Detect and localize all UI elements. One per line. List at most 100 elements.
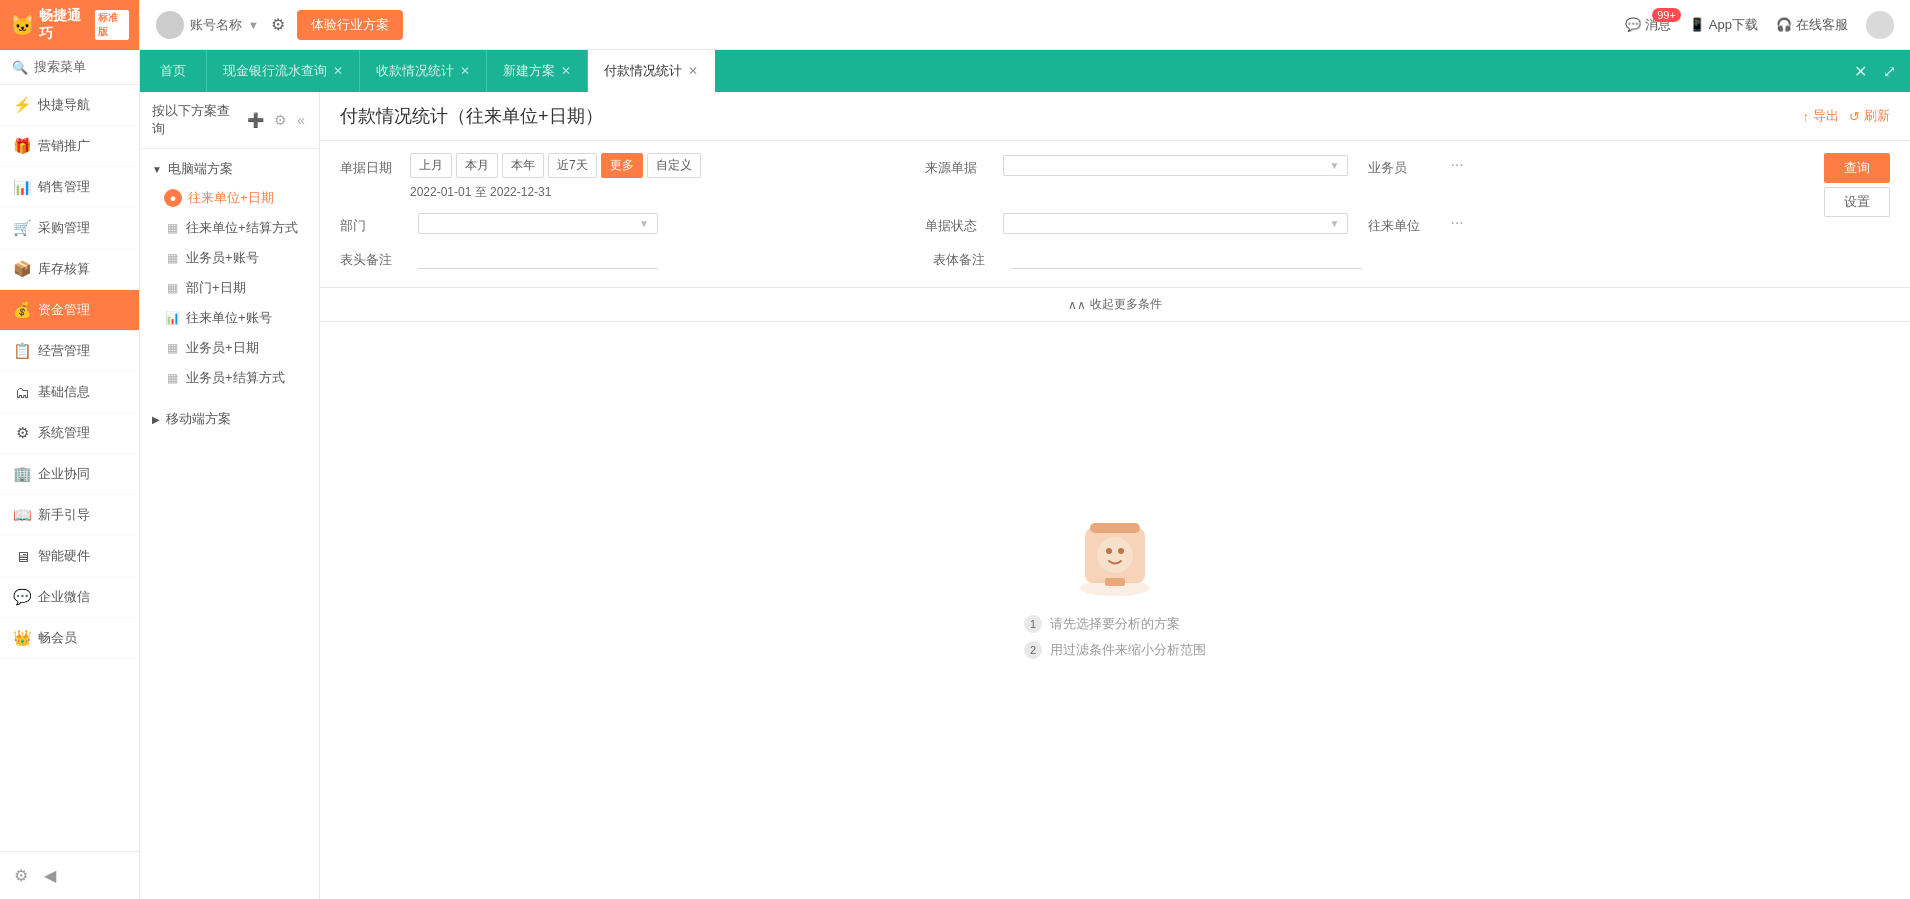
scheme-item-partner-settle-icon: ▦ bbox=[164, 220, 180, 236]
app-download-btn[interactable]: 📱 App下载 bbox=[1689, 16, 1758, 34]
trial-btn[interactable]: 体验行业方案 bbox=[297, 10, 403, 40]
header-notes-input[interactable] bbox=[418, 246, 658, 269]
tab-expand-btn[interactable]: ⤢ bbox=[1877, 58, 1902, 85]
date-this-year-btn[interactable]: 本年 bbox=[502, 153, 544, 178]
body-notes-input[interactable] bbox=[1011, 246, 1363, 269]
sidebar-item-operation[interactable]: 📋经营管理 bbox=[0, 331, 139, 372]
date-this-month-btn[interactable]: 本月 bbox=[456, 153, 498, 178]
scheme-item-dept-date[interactable]: ▦部门+日期 bbox=[140, 273, 319, 303]
query-btn[interactable]: 查询 bbox=[1824, 153, 1890, 183]
tab-receipt[interactable]: 收款情况统计 ✕ bbox=[360, 50, 487, 92]
tabbar: 首页现金银行流水查询✕收款情况统计✕新建方案✕付款情况统计✕ ✕ ⤢ bbox=[140, 50, 1910, 92]
search-menu-item[interactable]: 🔍 搜索菜单 bbox=[0, 50, 139, 85]
sidebar-item-hardware[interactable]: 🖥智能硬件 bbox=[0, 536, 139, 577]
user-avatar[interactable] bbox=[1866, 11, 1894, 39]
tab-payment-close[interactable]: ✕ bbox=[688, 65, 698, 77]
date-label: 单据日期 bbox=[340, 153, 410, 177]
online-service-btn[interactable]: 🎧 在线客服 bbox=[1776, 16, 1848, 34]
sidebar-item-marketing[interactable]: 🎁营销推广 bbox=[0, 126, 139, 167]
tab-cashflow[interactable]: 现金银行流水查询✕ bbox=[207, 50, 360, 92]
source-select-arrow: ▼ bbox=[1329, 160, 1339, 171]
tab-receipt-label: 收款情况统计 bbox=[376, 62, 454, 80]
scheme-item-partner-date-icon: ● bbox=[164, 189, 182, 207]
tabs-container: 首页现金银行流水查询✕收款情况统计✕新建方案✕付款情况统计✕ bbox=[140, 50, 1848, 92]
scheme-item-partner-settle[interactable]: ▦往来单位+结算方式 bbox=[140, 213, 319, 243]
online-service-icon: 🎧 bbox=[1776, 17, 1792, 32]
step2-num: 2 bbox=[1024, 641, 1042, 659]
scheme-item-partner-date[interactable]: ● 往来单位+日期 bbox=[140, 183, 319, 213]
staff-dots-btn[interactable]: ··· bbox=[1446, 156, 1467, 174]
scheme-item-partner-date-label: 往来单位+日期 bbox=[188, 189, 274, 207]
date-custom-btn[interactable]: 自定义 bbox=[647, 153, 701, 178]
corp-icon: 🏢 bbox=[12, 464, 32, 484]
tab-payment[interactable]: 付款情况统计✕ bbox=[588, 50, 715, 92]
sidebar-item-guide[interactable]: 📖 新手引导 bbox=[0, 495, 139, 536]
scheme-group-mobile-header[interactable]: ▶移动端方案 bbox=[140, 405, 319, 433]
collapse-bar-btn[interactable]: ∧∧ 收起更多条件 bbox=[1068, 296, 1162, 313]
sidebar-collapse-btn[interactable]: ◀ bbox=[40, 862, 60, 889]
sidebar-item-sales[interactable]: 📊销售管理 bbox=[0, 167, 139, 208]
scheme-item-staff-settle-label: 业务员+结算方式 bbox=[186, 369, 285, 387]
sidebar-bottom: ⚙ ◀ bbox=[0, 851, 139, 899]
system-icon: ⚙ bbox=[12, 423, 32, 443]
sidebar-item-corp[interactable]: 🏢企业协同 bbox=[0, 454, 139, 495]
tab-new-scheme-close[interactable]: ✕ bbox=[561, 65, 571, 77]
settings-btn[interactable]: 设置 bbox=[1824, 187, 1890, 217]
export-btn[interactable]: ↑ 导出 bbox=[1803, 107, 1840, 125]
scheme-panel: 按以下方案查询 ➕ ⚙ « ▼电脑端方案●往来单位+日期▦往来单位+结算方式▦业… bbox=[140, 92, 320, 899]
filter-row-date: 单据日期 上月 本月 本年 近7天 更多 自定义 bbox=[340, 153, 1792, 201]
sidebar-item-wechat[interactable]: 💬企业微信 bbox=[0, 577, 139, 618]
account-selector[interactable]: 账号名称 ▼ bbox=[156, 11, 259, 39]
scheme-item-staff-account[interactable]: ▦业务员+账号 bbox=[140, 243, 319, 273]
filter-row-dept: 部门 ▼ 单据状态 ▼ bbox=[340, 211, 1792, 235]
sidebar-settings-btn[interactable]: ⚙ bbox=[10, 862, 32, 889]
scheme-item-dept-date-label: 部门+日期 bbox=[186, 279, 246, 297]
guide-label: 新手引导 bbox=[38, 506, 90, 524]
source-label: 来源单据 bbox=[925, 153, 995, 177]
sidebar-item-finance[interactable]: 💰资金管理 bbox=[0, 290, 139, 331]
scheme-item-partner-account[interactable]: 📊往来单位+账号 bbox=[140, 303, 319, 333]
sidebar-item-basic[interactable]: 🗂基础信息 bbox=[0, 372, 139, 413]
collapse-bar[interactable]: ∧∧ 收起更多条件 bbox=[320, 288, 1910, 322]
scheme-group-pc-arrow: ▼ bbox=[152, 164, 162, 175]
messages-btn[interactable]: 💬 消息 99+ bbox=[1625, 16, 1671, 34]
scheme-settings-btn[interactable]: ⚙ bbox=[272, 110, 289, 130]
marketing-label: 营销推广 bbox=[38, 137, 90, 155]
scheme-group-pc-header[interactable]: ▼电脑端方案 bbox=[140, 155, 319, 183]
staff-label: 业务员 bbox=[1368, 153, 1438, 177]
tab-receipt-close[interactable]: ✕ bbox=[460, 65, 470, 77]
empty-step2: 2 用过滤条件来缩小分析范围 bbox=[1024, 641, 1206, 659]
sidebar-item-member[interactable]: 👑畅会员 bbox=[0, 618, 139, 659]
scheme-item-staff-date[interactable]: ▦业务员+日期 bbox=[140, 333, 319, 363]
collapse-up-icon: ∧∧ bbox=[1068, 298, 1086, 312]
sidebar-item-purchase[interactable]: 🛒采购管理 bbox=[0, 208, 139, 249]
scheme-collapse-btn[interactable]: « bbox=[295, 110, 307, 130]
scheme-item-staff-settle-icon: ▦ bbox=[164, 370, 180, 386]
account-dropdown-icon[interactable]: ▼ bbox=[248, 19, 259, 31]
refresh-btn[interactable]: ↺ 刷新 bbox=[1849, 107, 1890, 125]
date-last-month-btn[interactable]: 上月 bbox=[410, 153, 452, 178]
scheme-add-btn[interactable]: ➕ bbox=[245, 110, 266, 130]
sidebar-item-system[interactable]: ⚙系统管理 bbox=[0, 413, 139, 454]
tab-cashflow-close[interactable]: ✕ bbox=[333, 65, 343, 77]
doc-status-select[interactable]: ▼ bbox=[1003, 213, 1349, 234]
scheme-item-staff-date-label: 业务员+日期 bbox=[186, 339, 259, 357]
dept-select[interactable]: ▼ bbox=[418, 213, 658, 234]
sidebar-item-quick-nav[interactable]: ⚡快捷导航 bbox=[0, 85, 139, 126]
partner-dots-btn[interactable]: ··· bbox=[1446, 214, 1467, 232]
scheme-item-staff-settle[interactable]: ▦ 业务员+结算方式 bbox=[140, 363, 319, 393]
guide-icon: 📖 bbox=[12, 505, 32, 525]
source-select[interactable]: ▼ bbox=[1003, 155, 1349, 176]
topbar-settings-icon[interactable]: ⚙ bbox=[271, 15, 285, 34]
svg-point-3 bbox=[1097, 537, 1133, 573]
sidebar: 🐱 畅捷通巧 标准版 🔍 搜索菜单 ⚡快捷导航🎁营销推广📊销售管理🛒采购管理📦库… bbox=[0, 0, 140, 899]
date-7days-btn[interactable]: 近7天 bbox=[548, 153, 597, 178]
tab-home[interactable]: 首页 bbox=[140, 50, 207, 92]
tab-close-all-btn[interactable]: ✕ bbox=[1848, 58, 1873, 85]
inventory-icon: 📦 bbox=[12, 259, 32, 279]
date-more-btn[interactable]: 更多 bbox=[601, 153, 643, 178]
tab-new-scheme[interactable]: 新建方案✕ bbox=[487, 50, 588, 92]
sidebar-item-inventory[interactable]: 📦库存核算 bbox=[0, 249, 139, 290]
member-label: 畅会员 bbox=[38, 629, 77, 647]
logo-icon: 🐱 bbox=[10, 13, 35, 37]
